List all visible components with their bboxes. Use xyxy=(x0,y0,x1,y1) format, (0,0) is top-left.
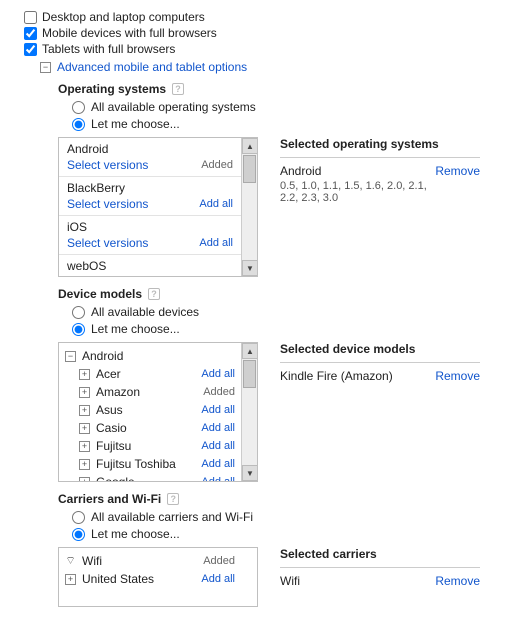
select-versions-link[interactable]: Select versions xyxy=(67,158,148,172)
os-radio-choose[interactable] xyxy=(72,118,85,131)
mobile-checkbox[interactable] xyxy=(24,27,37,40)
added-label: Added xyxy=(203,386,235,398)
expand-icon[interactable]: + xyxy=(65,574,76,585)
mobile-label: Mobile devices with full browsers xyxy=(42,26,217,40)
expand-icon[interactable]: + xyxy=(79,369,90,380)
operating-systems-section: Operating systems ? All available operat… xyxy=(58,82,506,277)
dev-item-name: Amazon xyxy=(96,385,140,399)
added-label: Added xyxy=(201,159,233,171)
remove-link[interactable]: Remove xyxy=(435,369,480,383)
expand-icon[interactable]: + xyxy=(79,405,90,416)
device-models-section: Device models ? All available devices Le… xyxy=(58,287,506,482)
carriers-section: Carriers and Wi-Fi ? All available carri… xyxy=(58,492,506,607)
help-icon[interactable]: ? xyxy=(172,83,184,95)
car-listbox: ⌔ Wifi Added + United States Add all xyxy=(58,547,258,607)
os-item-name: iOS xyxy=(67,220,233,234)
dev-item-name: Fujitsu xyxy=(96,439,131,453)
car-item-name: Wifi xyxy=(82,554,102,568)
expand-icon[interactable]: + xyxy=(79,441,90,452)
os-radio-choose-label: Let me choose... xyxy=(91,117,180,131)
add-all-link[interactable]: Add all xyxy=(201,440,235,452)
add-all-link[interactable]: Add all xyxy=(201,368,235,380)
scroll-up-icon[interactable]: ▲ xyxy=(242,138,258,154)
select-versions-link[interactable]: Select versions xyxy=(67,236,148,250)
expand-icon[interactable]: + xyxy=(79,477,90,483)
scrollbar[interactable]: ▲ ▼ xyxy=(241,138,257,276)
os-radio-all-label: All available operating systems xyxy=(91,100,256,114)
os-selected-title: Selected operating systems xyxy=(280,137,480,151)
dev-item-name: Fujitsu Toshiba xyxy=(96,457,176,471)
os-item-name: BlackBerry xyxy=(67,181,233,195)
car-radio-choose[interactable] xyxy=(72,528,85,541)
os-listbox: Android Select versions Added BlackBerry Sel… xyxy=(58,137,258,277)
dev-listbox: −Android + Acer Add all + Amazon Added + Asus Add… xyxy=(58,342,258,482)
tablet-label: Tablets with full browsers xyxy=(42,42,175,56)
car-selected-title: Selected carriers xyxy=(280,547,480,561)
desktop-label: Desktop and laptop computers xyxy=(42,10,205,24)
add-all-link[interactable]: Add all xyxy=(199,198,233,210)
dev-item-name: Acer xyxy=(96,367,121,381)
add-all-link[interactable]: Add all xyxy=(201,476,235,482)
add-all-link[interactable]: Add all xyxy=(201,573,235,585)
os-item-name: webOS xyxy=(67,259,233,273)
os-title: Operating systems xyxy=(58,82,166,96)
selected-dev-name: Kindle Fire (Amazon) xyxy=(280,369,393,383)
selected-car-name: Wifi xyxy=(280,574,300,588)
car-item-name: United States xyxy=(82,572,154,586)
add-all-link[interactable]: Add all xyxy=(201,458,235,470)
dev-title: Device models xyxy=(58,287,142,301)
help-icon[interactable]: ? xyxy=(167,493,179,505)
car-radio-all[interactable] xyxy=(72,511,85,524)
os-item-name: Android xyxy=(67,142,233,156)
dev-radio-all-label: All available devices xyxy=(91,305,199,319)
help-icon[interactable]: ? xyxy=(148,288,160,300)
dev-radio-choose-label: Let me choose... xyxy=(91,322,180,336)
dev-item-name: Google xyxy=(96,475,135,482)
wifi-icon: ⌔ xyxy=(65,556,76,567)
scroll-thumb[interactable] xyxy=(243,155,256,183)
desktop-checkbox[interactable] xyxy=(24,11,37,24)
dev-radio-all[interactable] xyxy=(72,306,85,319)
expand-icon[interactable]: + xyxy=(79,459,90,470)
scroll-thumb[interactable] xyxy=(243,360,256,388)
dev-item-name: Casio xyxy=(96,421,127,435)
selected-os-versions: 0.5, 1.0, 1.1, 1.5, 1.6, 2.0, 2.1, 2.2, … xyxy=(280,180,430,204)
dev-item-name: Asus xyxy=(96,403,123,417)
dev-radio-choose[interactable] xyxy=(72,323,85,336)
expand-icon[interactable]: + xyxy=(79,387,90,398)
car-radio-choose-label: Let me choose... xyxy=(91,527,180,541)
add-all-link[interactable]: Add all xyxy=(201,422,235,434)
collapse-icon[interactable]: − xyxy=(40,62,51,73)
collapse-icon[interactable]: − xyxy=(65,351,76,362)
selected-os-name: Android xyxy=(280,164,321,178)
car-radio-all-label: All available carriers and Wi-Fi xyxy=(91,510,253,524)
add-all-link[interactable]: Add all xyxy=(201,404,235,416)
add-all-link[interactable]: Add all xyxy=(199,237,233,249)
select-versions-link[interactable]: Select versions xyxy=(67,275,148,277)
select-versions-link[interactable]: Select versions xyxy=(67,197,148,211)
scrollbar[interactable]: ▲ ▼ xyxy=(241,343,257,481)
tablet-checkbox[interactable] xyxy=(24,43,37,56)
car-title: Carriers and Wi-Fi xyxy=(58,492,161,506)
added-label: Added xyxy=(203,555,235,567)
add-all-link[interactable]: Add all xyxy=(199,276,233,277)
dev-selected-title: Selected device models xyxy=(280,342,480,356)
dev-parent-name: Android xyxy=(82,349,123,363)
scroll-up-icon[interactable]: ▲ xyxy=(242,343,258,359)
scroll-down-icon[interactable]: ▼ xyxy=(242,260,258,276)
expand-icon[interactable]: + xyxy=(79,423,90,434)
remove-link[interactable]: Remove xyxy=(435,164,480,178)
advanced-link[interactable]: Advanced mobile and tablet options xyxy=(57,60,247,74)
scroll-down-icon[interactable]: ▼ xyxy=(242,465,258,481)
remove-link[interactable]: Remove xyxy=(435,574,480,588)
os-radio-all[interactable] xyxy=(72,101,85,114)
